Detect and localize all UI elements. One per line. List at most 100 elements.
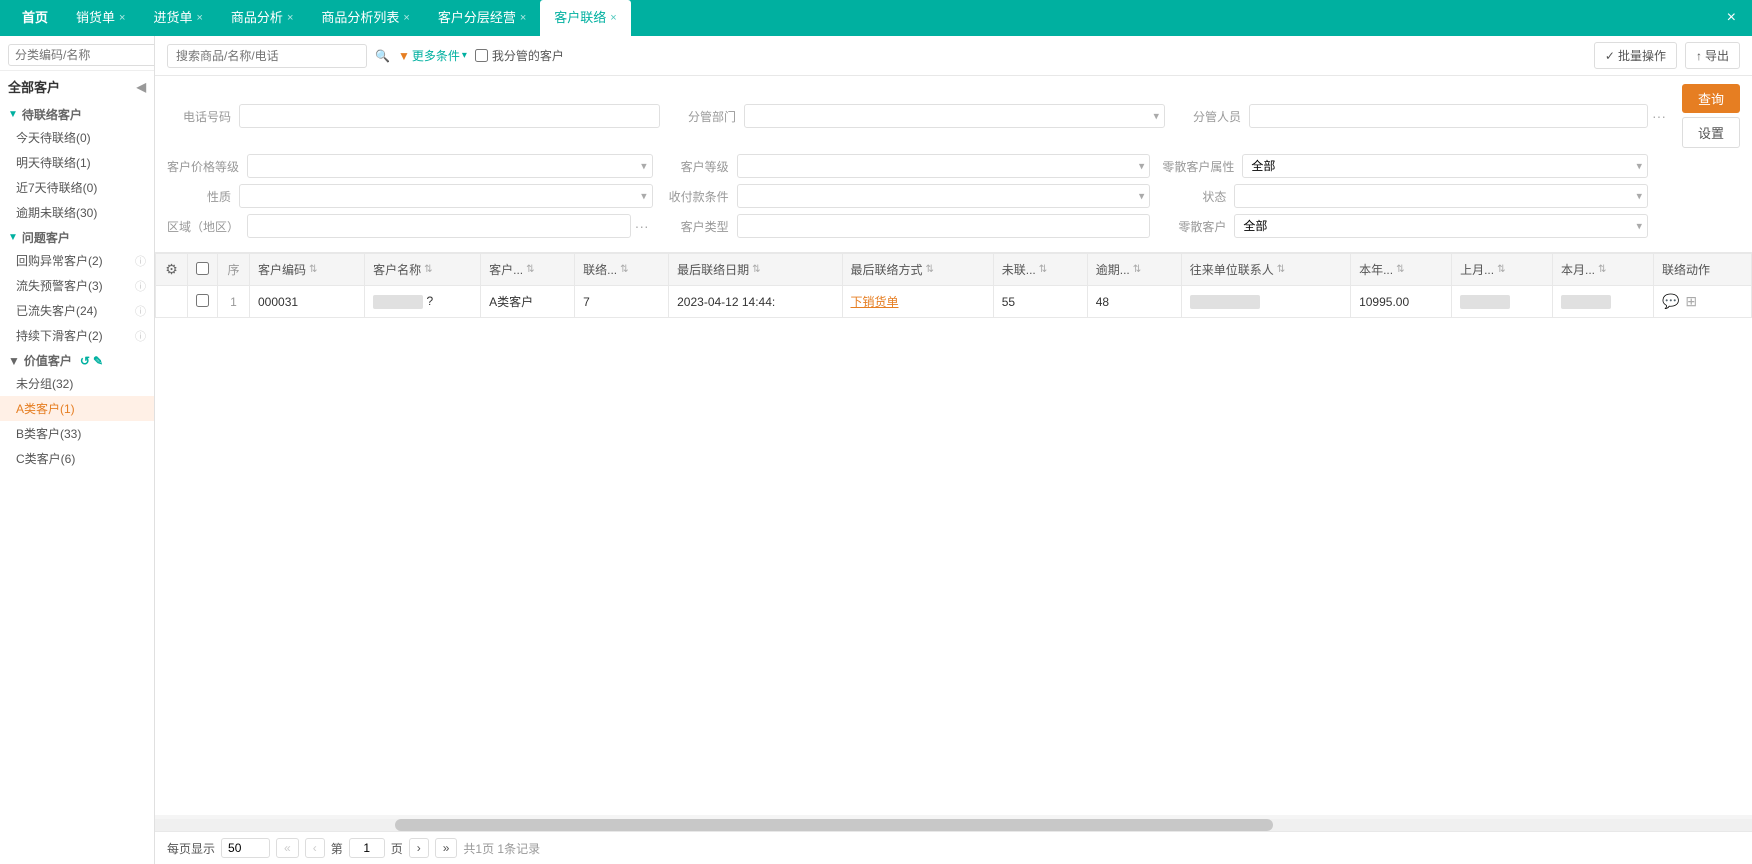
- col-name[interactable]: 客户名称⇅: [365, 254, 481, 286]
- sparse-attr-select[interactable]: 全部: [1242, 154, 1648, 178]
- row-unit-contact: [1181, 286, 1350, 318]
- value-edit-icon[interactable]: ✎: [93, 354, 103, 368]
- col-unit-contact[interactable]: 往来单位联系人⇅: [1181, 254, 1350, 286]
- nav-customer-contact[interactable]: 客户联络 ×: [540, 0, 630, 36]
- sidebar-item-abnormal[interactable]: 回购异常客户(2) ⓘ: [0, 248, 154, 273]
- nav-goods-list-close[interactable]: ×: [403, 0, 409, 36]
- page-input[interactable]: [349, 838, 385, 858]
- sidebar-item-overdue[interactable]: 逾期未联络(30): [0, 200, 154, 225]
- sidebar-item-c-class[interactable]: C类客户(6): [0, 446, 154, 471]
- col-no-contact[interactable]: 未联...⇅: [993, 254, 1087, 286]
- filter-row-4: 区域（地区） ··· 客户类型 零散客户 全部: [167, 214, 1740, 238]
- nav-home[interactable]: 首页: [8, 0, 62, 36]
- value-group-label: 价值客户: [24, 352, 72, 369]
- sort-code-icon: ⇅: [309, 264, 317, 275]
- nav-customer-contact-close[interactable]: ×: [610, 0, 616, 36]
- nav-customer-segment[interactable]: 客户分层经营 ×: [424, 0, 540, 36]
- filter-my-customers[interactable]: 我分管的客户: [475, 47, 564, 64]
- manager-dots[interactable]: ···: [1648, 108, 1670, 124]
- info-icon-0: ⓘ: [135, 253, 146, 269]
- col-last-month[interactable]: 上月...⇅: [1452, 254, 1553, 286]
- comment-action-icon[interactable]: 💬: [1662, 293, 1679, 310]
- phone-label: 电话号码: [167, 108, 239, 125]
- sidebar-pending-group: ▼ 待联络客户: [0, 102, 154, 125]
- row-last-method[interactable]: 下销货单: [842, 286, 993, 318]
- sidebar-all-customers[interactable]: 全部客户 ◀: [0, 71, 154, 102]
- nature-select[interactable]: [239, 184, 653, 208]
- manager-input[interactable]: [1249, 104, 1648, 128]
- sidebar-item-declining[interactable]: 持续下滑客户(2) ⓘ: [0, 323, 154, 348]
- window-close-btn[interactable]: ×: [1719, 9, 1744, 27]
- region-dots[interactable]: ···: [631, 218, 653, 234]
- nav-goods-list[interactable]: 商品分析列表 ×: [307, 0, 423, 36]
- col-gear[interactable]: ⚙: [156, 254, 188, 286]
- sidebar-item-7days[interactable]: 近7天待联络(0): [0, 175, 154, 200]
- region-input[interactable]: [247, 214, 631, 238]
- row-checkbox-cell[interactable]: [188, 286, 218, 318]
- row-overdue: 48: [1087, 286, 1181, 318]
- sidebar-item-churn-warning[interactable]: 流失预警客户(3) ⓘ: [0, 273, 154, 298]
- status-select[interactable]: [1234, 184, 1648, 208]
- col-code[interactable]: 客户编码⇅: [250, 254, 365, 286]
- first-page-btn[interactable]: «: [276, 838, 299, 858]
- col-overdue[interactable]: 逾期...⇅: [1087, 254, 1181, 286]
- next-page-btn[interactable]: ›: [409, 838, 429, 858]
- manager-label: 分管人员: [1177, 108, 1249, 125]
- last-method-link[interactable]: 下销货单: [851, 295, 899, 309]
- cust-level-select[interactable]: [737, 154, 1151, 178]
- sidebar-item-churned[interactable]: 已流失客户(24) ⓘ: [0, 298, 154, 323]
- value-refresh-icon[interactable]: ↺: [80, 354, 90, 368]
- query-btn[interactable]: 查询: [1682, 84, 1740, 113]
- cust-level-label: 客户等级: [665, 158, 737, 175]
- row-checkbox[interactable]: [196, 294, 209, 307]
- col-contact[interactable]: 联络...⇅: [575, 254, 669, 286]
- sort-level-icon: ⇅: [526, 264, 534, 275]
- page-size-select[interactable]: 50 20 100 200: [221, 838, 270, 858]
- sidebar-item-unclassified[interactable]: 未分组(32): [0, 371, 154, 396]
- col-this-year[interactable]: 本年...⇅: [1351, 254, 1452, 286]
- sort-unit-contact-icon: ⇅: [1277, 264, 1285, 275]
- sidebar-search-input[interactable]: [8, 44, 155, 66]
- horizontal-scrollbar[interactable]: [155, 819, 1752, 831]
- info-icon-2: ⓘ: [135, 303, 146, 319]
- col-this-month[interactable]: 本月...⇅: [1553, 254, 1654, 286]
- table-footer: 每页显示 50 20 100 200 « ‹ 第 页 › » 共1页 1条记录: [155, 831, 1752, 864]
- col-last-date[interactable]: 最后联络日期⇅: [669, 254, 842, 286]
- row-seq: 1: [218, 286, 250, 318]
- last-page-btn[interactable]: »: [435, 838, 458, 858]
- select-all-checkbox[interactable]: [196, 262, 209, 275]
- sidebar-item-tomorrow[interactable]: 明天待联络(1): [0, 150, 154, 175]
- phone-input[interactable]: [239, 104, 660, 128]
- filter-more-btn[interactable]: ▼ 更多条件 ▾: [398, 47, 467, 64]
- sidebar-item-a-class[interactable]: A类客户(1): [0, 396, 154, 421]
- nav-sales-close[interactable]: ×: [119, 0, 125, 36]
- nav-goods-analysis[interactable]: 商品分析 ×: [217, 0, 307, 36]
- col-last-method[interactable]: 最后联络方式⇅: [842, 254, 993, 286]
- batch-op-btn[interactable]: ✓ 批量操作: [1594, 42, 1677, 69]
- payment-select[interactable]: [737, 184, 1151, 208]
- gear-icon[interactable]: ⚙: [165, 261, 178, 277]
- nav-goods-analysis-close[interactable]: ×: [287, 0, 293, 36]
- scrollbar-area[interactable]: [155, 815, 1752, 831]
- col-checkbox[interactable]: [188, 254, 218, 286]
- price-level-select[interactable]: [247, 154, 653, 178]
- filter-search-input[interactable]: [167, 44, 367, 68]
- nav-purchase[interactable]: 进货单 ×: [139, 0, 216, 36]
- dept-select[interactable]: [744, 104, 1165, 128]
- sidebar-item-today[interactable]: 今天待联络(0): [0, 125, 154, 150]
- export-btn[interactable]: ↑ 导出: [1685, 42, 1740, 69]
- nav-purchase-close[interactable]: ×: [196, 0, 202, 36]
- cust-type-input[interactable]: [737, 214, 1151, 238]
- sparse-wrapper: 全部: [1234, 214, 1648, 238]
- setting-btn[interactable]: 设置: [1682, 117, 1740, 148]
- link-action-icon[interactable]: ⊞: [1685, 293, 1697, 310]
- sparse-select[interactable]: 全部: [1234, 214, 1648, 238]
- col-level[interactable]: 客户...⇅: [481, 254, 575, 286]
- filter-search-icon[interactable]: 🔍: [375, 49, 390, 63]
- nav-sales-label: 销货单: [76, 0, 115, 36]
- sidebar-item-b-class[interactable]: B类客户(33): [0, 421, 154, 446]
- nav-sales[interactable]: 销货单 ×: [62, 0, 139, 36]
- my-customers-checkbox[interactable]: [475, 49, 488, 62]
- nav-customer-segment-close[interactable]: ×: [520, 0, 526, 36]
- prev-page-btn[interactable]: ‹: [305, 838, 325, 858]
